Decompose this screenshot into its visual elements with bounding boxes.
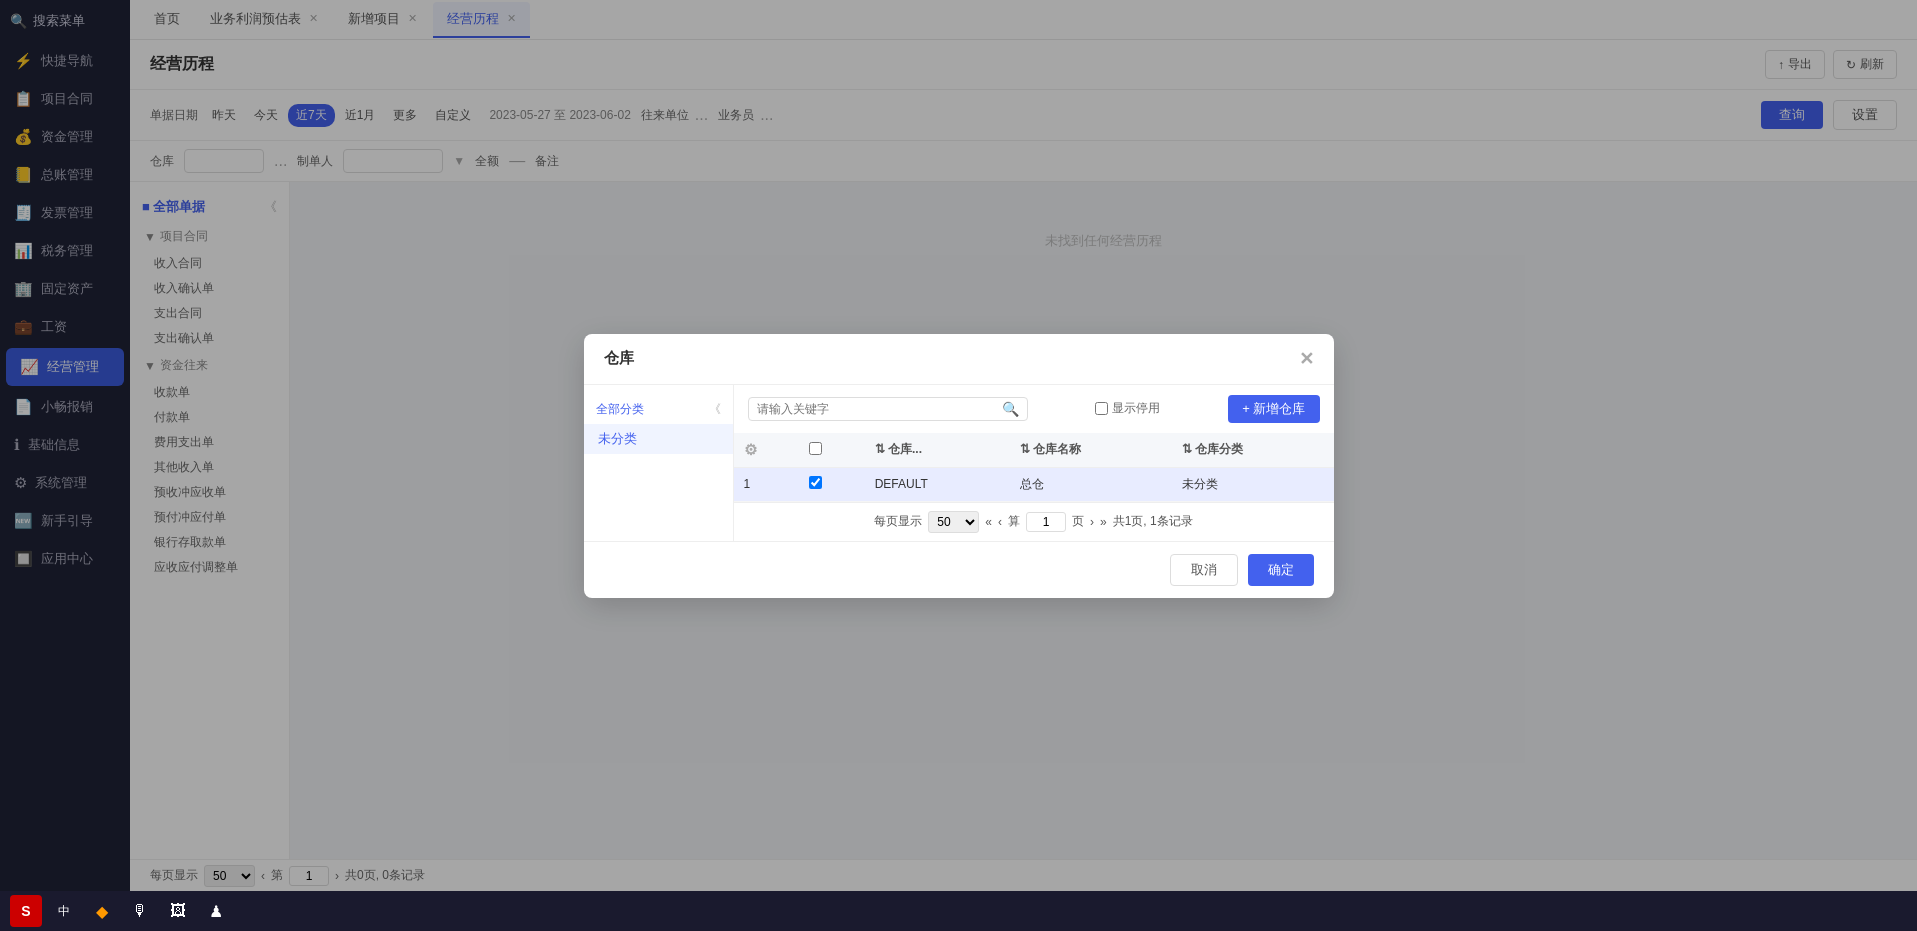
row-id: 1 [734,467,800,501]
confirm-button[interactable]: 确定 [1248,554,1314,586]
dialog-table-row[interactable]: 1 DEFAULT 总仓 未分类 [734,467,1334,501]
dialog-left-item-未分类[interactable]: 未分类 [584,424,733,454]
dialog-overlay[interactable]: 仓库 ✕ 全部分类 《 未分类 🔍 [0,0,1917,931]
row-checkbox[interactable] [809,476,822,489]
warehouse-dialog: 仓库 ✕ 全部分类 《 未分类 🔍 [584,334,1334,598]
dialog-right: 🔍 显示停用 + 新增仓库 ⚙ [734,385,1334,541]
dialog-page-label: 算 [1008,513,1020,530]
cancel-button[interactable]: 取消 [1170,554,1238,586]
col-category-header: ⇅ 仓库分类 [1172,433,1334,468]
dialog-page-size-select[interactable]: 50 100 [928,511,979,533]
taskbar-icon-diamond[interactable]: ◆ [86,895,118,927]
win-taskbar: S 中 ◆ 🎙 🖼 ♟ [0,891,1917,931]
dialog-per-page-label: 每页显示 [874,513,922,530]
row-checkbox-cell [799,467,865,501]
dialog-collapse-btn[interactable]: 《 [709,401,721,418]
col-code-label: 仓库... [888,442,922,456]
row-name: 总仓 [1010,467,1172,501]
dialog-total-label: 共1页, 1条记录 [1113,513,1193,530]
col-checkbox-header [799,433,865,468]
add-warehouse-button[interactable]: + 新增仓库 [1228,395,1319,423]
show-disabled-label: 显示停用 [1112,400,1160,417]
dialog-all-categories[interactable]: 全部分类 [596,401,644,418]
taskbar-icon-game[interactable]: ♟ [200,895,232,927]
show-disabled-checkbox[interactable] [1095,402,1108,415]
dialog-body: 全部分类 《 未分类 🔍 显示停用 + 新增仓库 [584,385,1334,541]
dialog-pagination: 每页显示 50 100 « ‹ 算 页 › » 共1页, 1条记录 [734,502,1334,541]
dialog-footer: 取消 确定 [584,541,1334,598]
col-category-label: 仓库分类 [1195,442,1243,456]
dialog-table-wrap: ⚙ ⇅ 仓库... ⇅ 仓库名称 ⇅ 仓库分类 1 DEFAULT 总仓 未分类 [734,433,1334,502]
dialog-search-input[interactable] [757,402,998,416]
search-icon: 🔍 [1002,401,1019,417]
dialog-last-btn[interactable]: » [1100,515,1107,529]
col-name-label: 仓库名称 [1033,442,1081,456]
row-code: DEFAULT [865,467,1010,501]
dialog-page-suffix: 页 [1072,513,1084,530]
dialog-header: 仓库 ✕ [584,334,1334,385]
dialog-table: ⚙ ⇅ 仓库... ⇅ 仓库名称 ⇅ 仓库分类 1 DEFAULT 总仓 未分类 [734,433,1334,502]
col-name-header: ⇅ 仓库名称 [1010,433,1172,468]
taskbar-icon-mic[interactable]: 🎙 [124,895,156,927]
dialog-prev-btn[interactable]: ‹ [998,515,1002,529]
dialog-toolbar: 🔍 显示停用 + 新增仓库 [734,385,1334,433]
taskbar-icon-zh[interactable]: 中 [48,895,80,927]
taskbar-icon-img[interactable]: 🖼 [162,895,194,927]
row-category: 未分类 [1172,467,1334,501]
dialog-page-input[interactable] [1026,512,1066,532]
col-settings-header: ⚙ [734,433,800,468]
dialog-next-btn[interactable]: › [1090,515,1094,529]
dialog-search-box: 🔍 [748,397,1028,421]
dialog-close-button[interactable]: ✕ [1299,348,1314,370]
dialog-left-panel: 全部分类 《 未分类 [584,385,734,541]
dialog-first-btn[interactable]: « [985,515,992,529]
taskbar-icons: S 中 ◆ 🎙 🖼 ♟ [10,895,232,927]
taskbar-icon-s[interactable]: S [10,895,42,927]
col-code-header: ⇅ 仓库... [865,433,1010,468]
dialog-left-header: 全部分类 《 [584,395,733,424]
select-all-checkbox[interactable] [809,442,822,455]
show-disabled-group: 显示停用 [1095,400,1160,417]
dialog-title: 仓库 [604,349,634,368]
col-settings-icon[interactable]: ⚙ [744,441,757,458]
